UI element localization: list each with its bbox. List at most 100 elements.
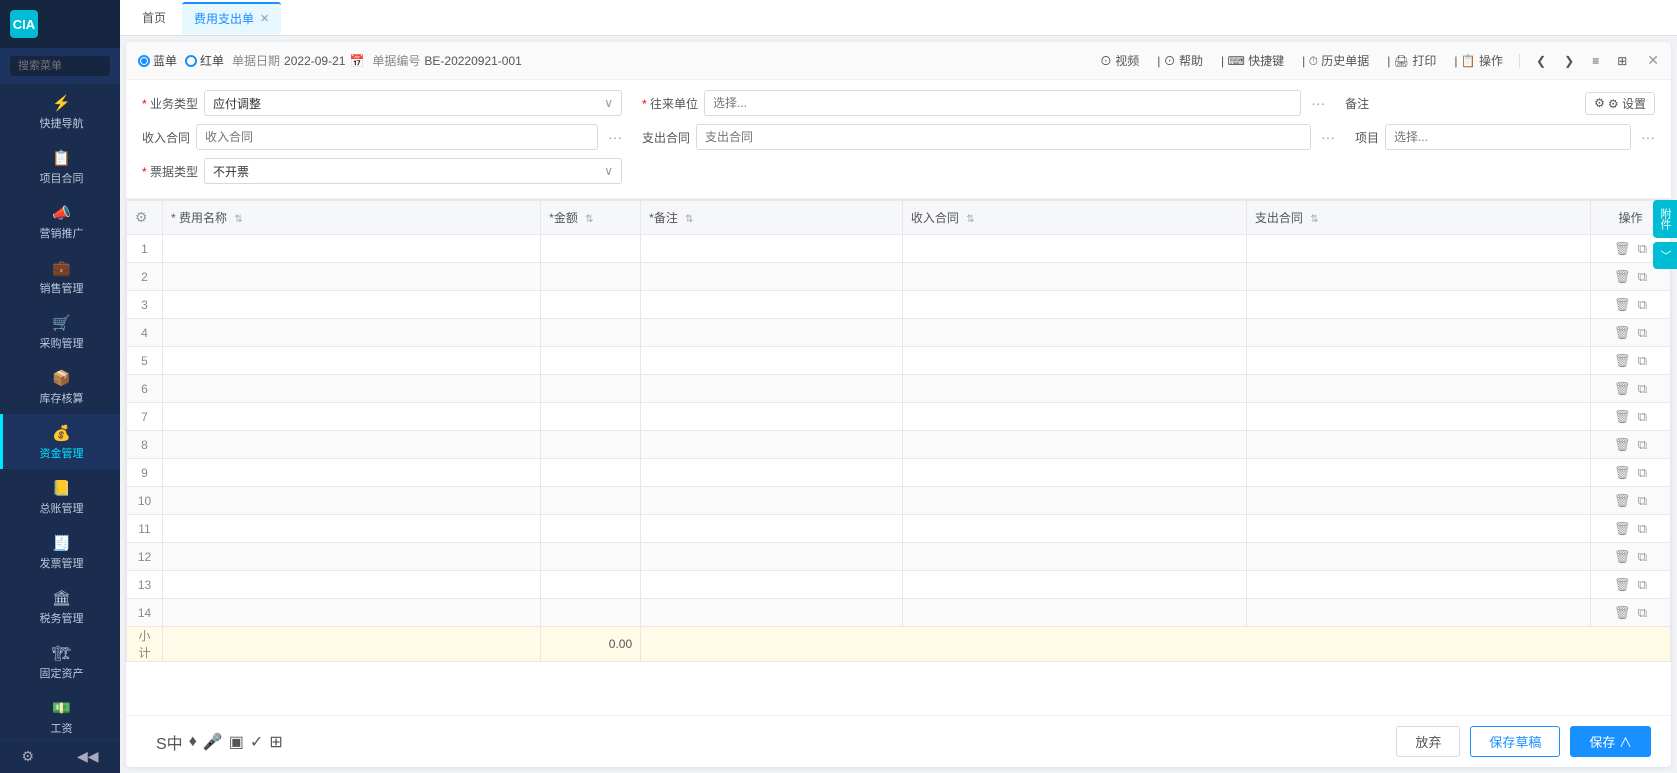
sidebar-item-payroll[interactable]: 💵 工资 [0,689,120,739]
cell-amount[interactable] [541,347,641,375]
tab-home[interactable]: 首页 [130,2,178,34]
cell-note[interactable] [641,291,903,319]
discard-button[interactable]: 放弃 [1396,726,1460,757]
sidebar-item-tax-mgmt[interactable]: 🏛 税务管理 [0,579,120,634]
delete-row-icon[interactable]: 🗑 [1614,269,1631,284]
delete-row-icon[interactable]: 🗑 [1614,353,1631,368]
cell-expense-name[interactable] [163,291,541,319]
sidebar-item-quick-nav[interactable]: ⚡ 快捷导航 [0,84,120,139]
copy-row-icon[interactable]: ⧉ [1638,381,1647,396]
footer-icon-3[interactable]: ▣ [229,732,244,752]
expense-contract-more-icon[interactable]: ··· [1321,129,1335,145]
cell-note[interactable] [641,515,903,543]
delete-row-icon[interactable]: 🗑 [1614,605,1631,620]
cell-amount[interactable] [541,599,641,627]
cell-expense-contract[interactable] [1246,543,1590,571]
cell-expense-name[interactable] [163,347,541,375]
cell-income-contract[interactable] [902,263,1246,291]
cell-note[interactable] [641,319,903,347]
cell-note[interactable] [641,431,903,459]
cell-note[interactable] [641,459,903,487]
cell-amount[interactable] [541,263,641,291]
cell-income-contract[interactable] [902,543,1246,571]
cell-expense-name[interactable] [163,403,541,431]
cell-expense-contract[interactable] [1246,235,1590,263]
cell-expense-contract[interactable] [1246,347,1590,375]
cell-income-contract[interactable] [902,235,1246,263]
sidebar-item-purchase-mgmt[interactable]: 🛒 采购管理 [0,304,120,359]
settings-icon[interactable]: ⚙ [21,748,34,765]
sort-icon-note[interactable]: ⇅ [685,214,693,225]
footer-icon-1[interactable]: ♦ [189,733,197,751]
th-settings[interactable]: ⚙ [127,201,163,235]
footer-icon-5[interactable]: ⊞ [269,732,282,752]
cell-note[interactable] [641,599,903,627]
cell-expense-contract[interactable] [1246,431,1590,459]
save-draft-button[interactable]: 保存草稿 [1470,726,1560,757]
cell-expense-name[interactable] [163,599,541,627]
cell-income-contract[interactable] [902,571,1246,599]
cell-expense-contract[interactable] [1246,515,1590,543]
cell-expense-name[interactable] [163,487,541,515]
project-more-icon[interactable]: ··· [1641,129,1655,145]
table-settings-icon[interactable]: ⚙ [135,209,148,225]
cell-note[interactable] [641,487,903,515]
next-btn[interactable]: ❯ [1558,52,1580,70]
cell-note[interactable] [641,571,903,599]
delete-row-icon[interactable]: 🗑 [1614,577,1631,592]
copy-row-icon[interactable]: ⧉ [1638,605,1647,620]
delete-row-icon[interactable]: 🗑 [1614,521,1631,536]
copy-row-icon[interactable]: ⧉ [1638,297,1647,312]
sidebar-item-capital-mgmt[interactable]: 💰 资金管理 [0,414,120,469]
income-contract-more-icon[interactable]: ··· [608,129,622,145]
copy-row-icon[interactable]: ⧉ [1638,241,1647,256]
save-button[interactable]: 保存 ∧ [1570,726,1651,757]
cell-note[interactable] [641,263,903,291]
delete-row-icon[interactable]: 🗑 [1614,493,1631,508]
help-btn[interactable]: | ⊙ 帮助 [1151,50,1209,71]
footer-icon-2[interactable]: 🎤 [203,732,223,752]
cell-expense-contract[interactable] [1246,487,1590,515]
cell-income-contract[interactable] [902,347,1246,375]
prev-btn[interactable]: ❮ [1530,52,1552,70]
cell-note[interactable] [641,235,903,263]
copy-row-icon[interactable]: ⧉ [1638,549,1647,564]
cell-expense-contract[interactable] [1246,263,1590,291]
copy-row-icon[interactable]: ⧉ [1638,521,1647,536]
cell-income-contract[interactable] [902,291,1246,319]
sidebar-item-stock-check[interactable]: 📦 库存核算 [0,359,120,414]
cell-income-contract[interactable] [902,515,1246,543]
sort-icon-expense[interactable]: ⇅ [1310,214,1318,225]
cell-note[interactable] [641,543,903,571]
cell-expense-name[interactable] [163,571,541,599]
copy-row-icon[interactable]: ⧉ [1638,269,1647,284]
audio-icon[interactable]: ◀◀ [77,748,99,765]
cell-expense-name[interactable] [163,431,541,459]
cell-amount[interactable] [541,487,641,515]
cell-amount[interactable] [541,459,641,487]
cell-expense-contract[interactable] [1246,291,1590,319]
settings-button[interactable]: ⚙ ⚙ 设置 [1585,92,1655,115]
ops-btn[interactable]: | 📋 操作 [1448,50,1509,71]
sidebar-item-fixed-assets[interactable]: 🏗 固定资产 [0,634,120,689]
cell-note[interactable] [641,403,903,431]
cell-amount[interactable] [541,543,641,571]
footer-icon-0[interactable]: S中 [156,730,183,754]
cell-expense-contract[interactable] [1246,375,1590,403]
cell-income-contract[interactable] [902,319,1246,347]
counterparty-input[interactable] [704,90,1301,116]
tab-expense[interactable]: 费用支出单✕ [182,2,281,34]
biz-type-select[interactable]: 应付调整 ∨ [204,90,622,116]
invoice-type-select[interactable]: 不开票 ∨ [204,158,622,184]
delete-row-icon[interactable]: 🗑 [1614,325,1631,340]
copy-row-icon[interactable]: ⧉ [1638,353,1647,368]
close-btn[interactable]: ✕ [1647,52,1659,69]
video-btn[interactable]: ⊙ 视频 [1094,50,1145,71]
cell-income-contract[interactable] [902,459,1246,487]
cell-income-contract[interactable] [902,487,1246,515]
footer-icon-4[interactable]: ✓ [250,732,263,752]
delete-row-icon[interactable]: 🗑 [1614,241,1631,256]
sort-icon-expense-name[interactable]: ⇅ [234,214,242,225]
tab-close-expense[interactable]: ✕ [260,12,269,25]
list-view-btn[interactable]: ≡ [1586,52,1605,70]
